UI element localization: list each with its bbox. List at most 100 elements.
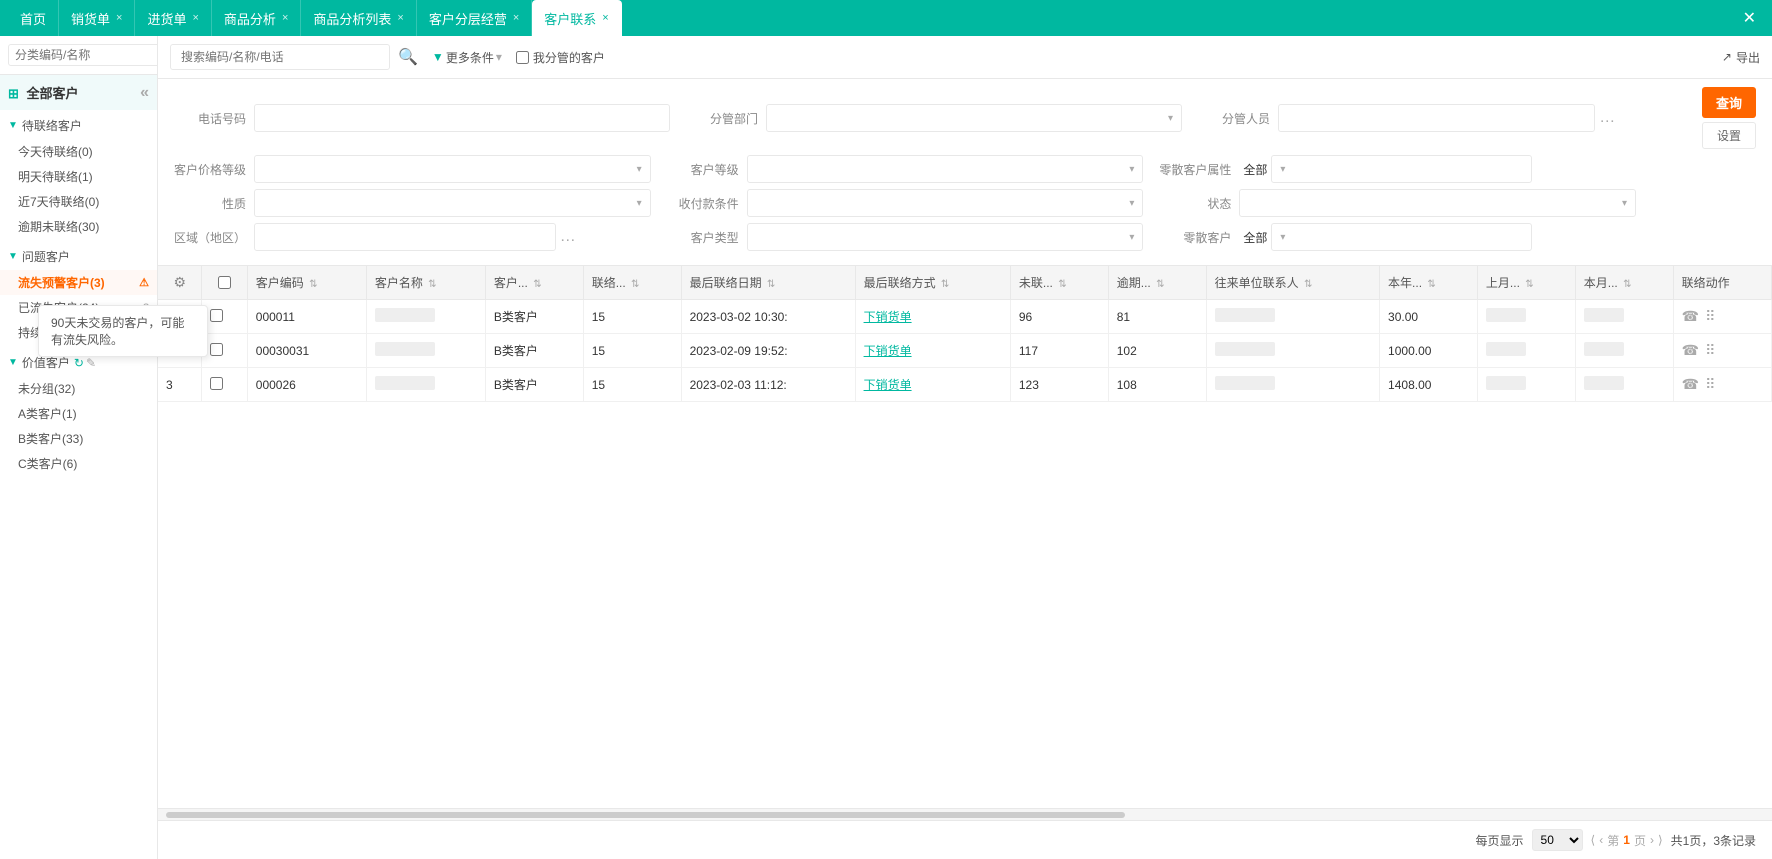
search-icon[interactable]: 🔍 bbox=[398, 47, 418, 67]
row-this-year: 1408.00 bbox=[1380, 368, 1478, 402]
search-bar: 🔍 ▼ 更多条件 ▾ 我分管的客户 ↗ 导出 bbox=[158, 36, 1772, 79]
sidebar-all-customers[interactable]: ⊞ 全部客户 « bbox=[0, 75, 157, 110]
manager-select[interactable] bbox=[1278, 104, 1595, 132]
tab-product-list[interactable]: 商品分析列表 × bbox=[301, 0, 416, 36]
sidebar-item-tomorrow[interactable]: 明天待联络(1) bbox=[0, 164, 157, 189]
region-input[interactable] bbox=[254, 223, 556, 251]
select-all-checkbox[interactable] bbox=[218, 276, 231, 289]
phone-input[interactable] bbox=[254, 104, 670, 132]
last-method-link[interactable]: 下销货单 bbox=[864, 344, 912, 358]
tab-home[interactable]: 首页 bbox=[8, 0, 59, 36]
blurred-this-month bbox=[1584, 342, 1624, 356]
tab-customer-contact[interactable]: 客户联系 × bbox=[532, 0, 621, 36]
close-icon[interactable]: × bbox=[602, 12, 608, 24]
filter-field-customer-type: 客户类型 ▾ bbox=[667, 223, 1144, 251]
last-method-link[interactable]: 下销货单 bbox=[864, 378, 912, 392]
sort-icon: ⇅ bbox=[941, 279, 949, 290]
tab-sales[interactable]: 销货单 × bbox=[59, 0, 135, 36]
customer-level-select[interactable]: ▾ bbox=[747, 155, 1144, 183]
action-more-icon[interactable]: ⠿ bbox=[1705, 376, 1715, 393]
sidebar-collapse-icon[interactable]: « bbox=[140, 84, 149, 102]
close-icon[interactable]: × bbox=[282, 12, 288, 24]
sidebar-group-pending-title[interactable]: ▼ 待联络客户 bbox=[0, 112, 157, 139]
first-page-icon[interactable]: ⟨ bbox=[1591, 833, 1596, 847]
more-filters-button[interactable]: ▼ 更多条件 ▾ bbox=[426, 45, 508, 70]
chevron-down-icon: ▾ bbox=[1280, 164, 1285, 175]
col-header-last-method[interactable]: 最后联络方式 ⇅ bbox=[855, 266, 1010, 300]
my-customers-checkbox[interactable]: 我分管的客户 bbox=[516, 49, 605, 66]
col-header-name[interactable]: 客户名称 ⇅ bbox=[366, 266, 485, 300]
row-unit-contact bbox=[1206, 300, 1379, 334]
dots-icon[interactable]: … bbox=[1595, 109, 1619, 127]
sidebar-item-7days[interactable]: 近7天待联络(0) bbox=[0, 189, 157, 214]
col-header-type[interactable]: 客户... ⇅ bbox=[485, 266, 583, 300]
tab-product-analysis[interactable]: 商品分析 × bbox=[212, 0, 301, 36]
row-check[interactable] bbox=[210, 309, 223, 322]
status-select[interactable]: ▾ bbox=[1239, 189, 1636, 217]
close-icon[interactable]: × bbox=[192, 12, 198, 24]
sidebar-item-ungrouped[interactable]: 未分组(32) bbox=[0, 376, 157, 401]
close-icon[interactable]: × bbox=[397, 12, 403, 24]
col-header-unit-contact[interactable]: 往来单位联系人 ⇅ bbox=[1206, 266, 1379, 300]
prev-page-icon[interactable]: ‹ bbox=[1599, 833, 1603, 847]
action-phone-icon[interactable]: ☎ bbox=[1682, 342, 1699, 359]
tab-customer-layer[interactable]: 客户分层经营 × bbox=[417, 0, 532, 36]
row-checkbox bbox=[202, 368, 247, 402]
close-icon[interactable]: × bbox=[116, 12, 122, 24]
scatter-customer-select[interactable]: ▾ bbox=[1271, 223, 1532, 251]
settings-button[interactable]: 设置 bbox=[1702, 122, 1756, 149]
gear-icon[interactable]: ⚙ bbox=[173, 274, 186, 291]
sidebar-item-class-c[interactable]: C类客户(6) bbox=[0, 451, 157, 476]
edit-icon[interactable]: ✎ bbox=[86, 356, 96, 370]
sidebar-item-class-a[interactable]: A类客户(1) bbox=[0, 401, 157, 426]
filter-field-dept: 分管部门 ▾ bbox=[686, 104, 1182, 132]
sidebar-item-overdue[interactable]: 逾期未联络(30) bbox=[0, 214, 157, 239]
action-phone-icon[interactable]: ☎ bbox=[1682, 376, 1699, 393]
nature-select[interactable]: ▾ bbox=[254, 189, 651, 217]
scatter-attr-value: 全部 bbox=[1239, 161, 1271, 178]
row-seq: 3 bbox=[158, 368, 202, 402]
price-level-select[interactable]: ▾ bbox=[254, 155, 651, 183]
dept-select[interactable]: ▾ bbox=[766, 104, 1182, 132]
sidebar-search-input[interactable] bbox=[8, 44, 158, 66]
col-header-code[interactable]: 客户编码 ⇅ bbox=[247, 266, 366, 300]
current-page-number[interactable]: 1 bbox=[1623, 833, 1630, 847]
col-header-this-month[interactable]: 本月... ⇅ bbox=[1575, 266, 1673, 300]
horizontal-scrollbar[interactable] bbox=[158, 808, 1772, 820]
row-check[interactable] bbox=[210, 343, 223, 356]
search-input[interactable] bbox=[170, 44, 390, 70]
scatter-attr-select[interactable]: ▾ bbox=[1271, 155, 1532, 183]
sidebar-item-class-b[interactable]: B类客户(33) bbox=[0, 426, 157, 451]
sidebar-item-churn-warning[interactable]: 流失预警客户(3) ⚠ bbox=[0, 270, 157, 295]
scrollbar-thumb[interactable] bbox=[166, 812, 1125, 818]
customer-type-select[interactable]: ▾ bbox=[747, 223, 1144, 251]
my-customers-check[interactable] bbox=[516, 51, 529, 64]
close-icon[interactable]: × bbox=[513, 12, 519, 24]
refresh-icon[interactable]: ↻ bbox=[74, 356, 84, 370]
table-row: 1 000011 B类客户 15 2023-03-02 10:30: 下销货单 … bbox=[158, 300, 1772, 334]
last-method-link[interactable]: 下销货单 bbox=[864, 310, 912, 324]
col-header-last-date[interactable]: 最后联络日期 ⇅ bbox=[681, 266, 855, 300]
chevron-down-icon: ▾ bbox=[1168, 113, 1173, 124]
sort-icon: ⇅ bbox=[1623, 279, 1631, 290]
sidebar-item-today[interactable]: 今天待联络(0) bbox=[0, 139, 157, 164]
next-page-icon[interactable]: › bbox=[1650, 833, 1654, 847]
query-button[interactable]: 查询 bbox=[1702, 87, 1756, 118]
action-phone-icon[interactable]: ☎ bbox=[1682, 308, 1699, 325]
row-check[interactable] bbox=[210, 377, 223, 390]
per-page-select[interactable]: 50 100 200 bbox=[1532, 829, 1583, 851]
action-more-icon[interactable]: ⠿ bbox=[1705, 342, 1715, 359]
last-page-icon[interactable]: ⟩ bbox=[1658, 833, 1663, 847]
payment-select[interactable]: ▾ bbox=[747, 189, 1144, 217]
window-close-button[interactable]: ✕ bbox=[1735, 8, 1764, 28]
sidebar-group-problem-title[interactable]: ▼ 问题客户 bbox=[0, 243, 157, 270]
action-more-icon[interactable]: ⠿ bbox=[1705, 308, 1715, 325]
col-header-overdue[interactable]: 逾期... ⇅ bbox=[1108, 266, 1206, 300]
dots-icon[interactable]: … bbox=[556, 228, 580, 246]
tab-purchase[interactable]: 进货单 × bbox=[135, 0, 211, 36]
col-header-this-year[interactable]: 本年... ⇅ bbox=[1380, 266, 1478, 300]
col-header-uncontacted[interactable]: 未联... ⇅ bbox=[1010, 266, 1108, 300]
col-header-last-month[interactable]: 上月... ⇅ bbox=[1477, 266, 1575, 300]
col-header-contact[interactable]: 联络... ⇅ bbox=[583, 266, 681, 300]
export-button[interactable]: ↗ 导出 bbox=[1722, 49, 1760, 66]
